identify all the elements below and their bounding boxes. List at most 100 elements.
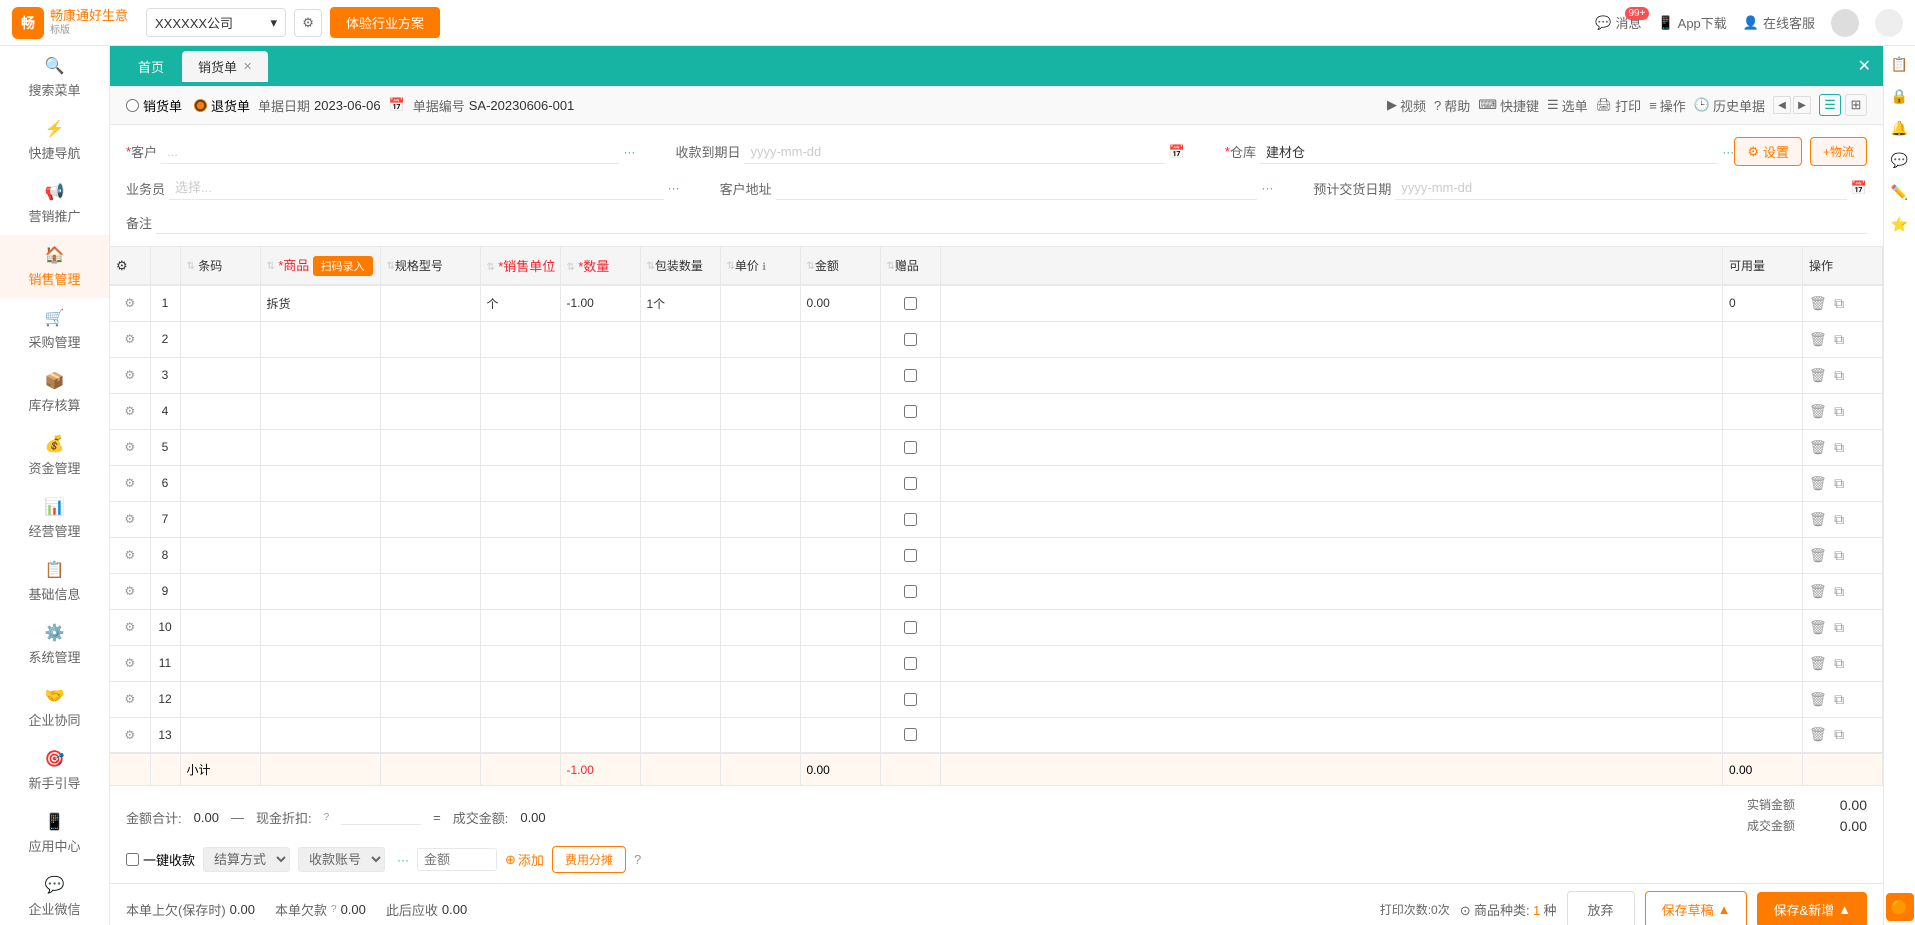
row-copy-btn[interactable]: ⧉ <box>1834 367 1844 383</box>
row-amount[interactable] <box>800 465 880 501</box>
row-spec[interactable] <box>380 321 480 357</box>
right-panel-btn-1[interactable]: 📋 <box>1886 50 1914 78</box>
settings-button[interactable]: ⚙ 设置 <box>1734 137 1802 166</box>
row-barcode[interactable] <box>180 429 260 465</box>
row-price[interactable] <box>720 393 800 429</box>
row-spec[interactable] <box>380 645 480 681</box>
row-gift-checkbox[interactable] <box>904 297 917 310</box>
fee-split-button[interactable]: 费用分摊 <box>552 846 626 873</box>
company-settings-button[interactable]: ⚙ <box>294 9 322 37</box>
save-new-button[interactable]: 保存&新增 ▲ <box>1757 892 1867 925</box>
row-pkg-qty[interactable] <box>640 681 720 717</box>
row-amount[interactable]: 0.00 <box>800 285 880 321</box>
arrears-info-icon[interactable]: ? <box>331 904 337 915</box>
remarks-input[interactable] <box>156 210 1867 234</box>
row-settings[interactable]: ⚙ <box>110 717 150 753</box>
row-copy-btn[interactable]: ⧉ <box>1834 475 1844 491</box>
row-gift-checkbox[interactable] <box>904 585 917 598</box>
row-settings[interactable]: ⚙ <box>110 393 150 429</box>
row-amount[interactable] <box>800 537 880 573</box>
row-unit[interactable] <box>480 357 560 393</box>
row-barcode[interactable] <box>180 681 260 717</box>
row-barcode[interactable] <box>180 393 260 429</box>
sidebar-item-enterprise[interactable]: 🤝 企业协同 <box>0 676 109 739</box>
row-gift[interactable] <box>880 573 940 609</box>
row-gift-checkbox[interactable] <box>904 333 917 346</box>
row-qty[interactable] <box>560 537 640 573</box>
row-gift[interactable] <box>880 645 940 681</box>
row-qty[interactable]: -1.00 <box>560 285 640 321</box>
row-settings[interactable]: ⚙ <box>110 321 150 357</box>
row-delete-btn[interactable]: 🗑 <box>1809 439 1827 455</box>
row-spec[interactable] <box>380 501 480 537</box>
row-spec[interactable] <box>380 717 480 753</box>
row-gift[interactable] <box>880 717 940 753</box>
row-pkg-qty[interactable]: 1个 <box>640 285 720 321</box>
row-product[interactable] <box>260 321 380 357</box>
right-panel-btn-3[interactable]: 🔔 <box>1886 114 1914 142</box>
row-barcode[interactable] <box>180 501 260 537</box>
app-download-button[interactable]: 📱 App下载 <box>1657 13 1726 32</box>
row-amount[interactable] <box>800 717 880 753</box>
payment-due-input[interactable] <box>744 140 1164 164</box>
row-price[interactable] <box>720 573 800 609</box>
more-icon[interactable]: ··· <box>397 853 409 867</box>
close-window-icon[interactable]: ✕ <box>1858 56 1871 76</box>
row-qty[interactable] <box>560 573 640 609</box>
row-unit[interactable] <box>480 537 560 573</box>
customer-address-more-icon[interactable]: ··· <box>1261 181 1273 195</box>
row-settings[interactable]: ⚙ <box>110 645 150 681</box>
list-view-icon[interactable]: ☰ <box>1819 94 1841 116</box>
right-panel-btn-7[interactable]: 🟠 <box>1886 893 1914 921</box>
row-delete-btn[interactable]: 🗑 <box>1809 655 1827 671</box>
account-select[interactable]: 收款账号 <box>298 847 385 872</box>
col-header-settings[interactable]: ⚙ <box>110 247 150 285</box>
row-product[interactable] <box>260 465 380 501</box>
row-settings[interactable]: ⚙ <box>110 285 150 321</box>
row-pkg-qty[interactable] <box>640 321 720 357</box>
row-product[interactable] <box>260 357 380 393</box>
row-barcode[interactable] <box>180 285 260 321</box>
row-unit[interactable] <box>480 321 560 357</box>
row-pkg-qty[interactable] <box>640 609 720 645</box>
row-spec[interactable] <box>380 537 480 573</box>
row-barcode[interactable] <box>180 465 260 501</box>
select-btn[interactable]: ☰ 选单 <box>1547 96 1588 115</box>
row-barcode[interactable] <box>180 717 260 753</box>
fee-help-icon[interactable]: ? <box>634 852 641 867</box>
row-qty[interactable] <box>560 501 640 537</box>
row-copy-btn[interactable]: ⧉ <box>1834 619 1844 635</box>
row-product[interactable] <box>260 537 380 573</box>
customer-input[interactable] <box>161 140 619 164</box>
warehouse-more-icon[interactable]: ··· <box>1722 145 1734 159</box>
row-price[interactable] <box>720 537 800 573</box>
sidebar-item-basic[interactable]: 📋 基础信息 <box>0 550 109 613</box>
row-product[interactable] <box>260 573 380 609</box>
row-unit[interactable] <box>480 429 560 465</box>
discount-info-icon[interactable]: ? <box>324 812 330 823</box>
row-copy-btn[interactable]: ⧉ <box>1834 403 1844 419</box>
scan-button[interactable]: 扫码录入 <box>313 256 373 276</box>
row-price[interactable] <box>720 501 800 537</box>
salesperson-input[interactable] <box>169 176 664 200</box>
expected-delivery-calendar-icon[interactable]: 📅 <box>1851 180 1867 196</box>
notification-button[interactable]: 💬 消息 99+ <box>1595 13 1641 32</box>
row-product[interactable] <box>260 609 380 645</box>
row-delete-btn[interactable]: 🗑 <box>1809 691 1827 707</box>
row-amount[interactable] <box>800 573 880 609</box>
right-panel-btn-2[interactable]: 🔒 <box>1886 82 1914 110</box>
row-qty[interactable] <box>560 609 640 645</box>
avatar[interactable] <box>1831 9 1859 37</box>
save-draft-button[interactable]: 保存草稿 ▲ <box>1645 891 1748 925</box>
row-spec[interactable] <box>380 573 480 609</box>
row-settings[interactable]: ⚙ <box>110 573 150 609</box>
row-price[interactable] <box>720 681 800 717</box>
row-copy-btn[interactable]: ⧉ <box>1834 295 1844 311</box>
row-price[interactable] <box>720 357 800 393</box>
row-pkg-qty[interactable] <box>640 393 720 429</box>
row-delete-btn[interactable]: 🗑 <box>1809 403 1827 419</box>
sidebar-item-quick-nav[interactable]: ⚡ 快捷导航 <box>0 109 109 172</box>
row-delete-btn[interactable]: 🗑 <box>1809 547 1827 563</box>
radio-return-input[interactable] <box>194 99 207 112</box>
row-amount[interactable] <box>800 501 880 537</box>
